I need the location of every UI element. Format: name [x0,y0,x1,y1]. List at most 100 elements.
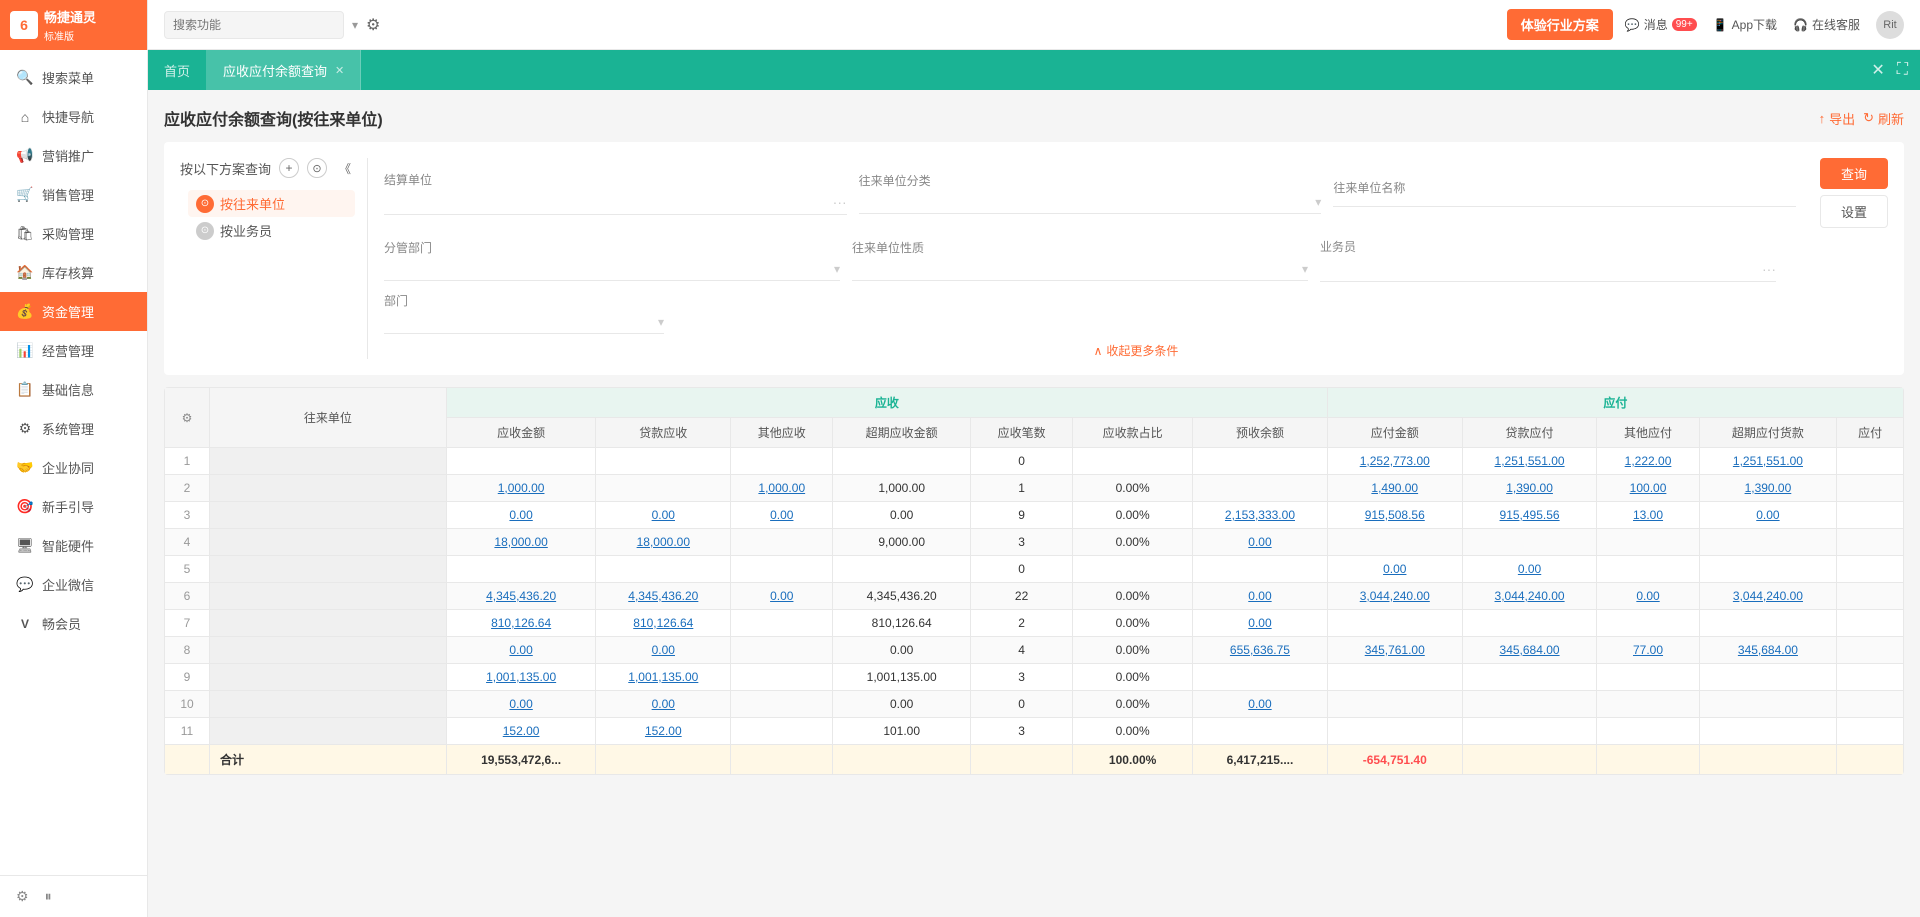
filter-option-by-partner[interactable]: ⊙ 按往来单位 [188,190,355,217]
sidebar-item-basic-info[interactable]: 📋 基础信息 [0,370,147,409]
dept-manager-select[interactable]: ▾ [384,258,840,281]
loan-pay[interactable]: 3,044,240.00 [1462,583,1597,610]
loan-recv[interactable]: 0.00 [596,691,731,718]
other-recv[interactable]: 0.00 [731,502,833,529]
tab-close-icon[interactable]: ✕ [335,64,344,77]
header-breadcrumb: ▾ ⚙ [164,11,1495,39]
filter-collapse-button[interactable]: 《 [335,158,355,178]
prepay[interactable]: 0.00 [1193,691,1328,718]
sidebar-item-marketing[interactable]: 📢 营销推广 [0,136,147,175]
other-pay[interactable]: 0.00 [1597,583,1699,610]
prepay[interactable]: 0.00 [1193,583,1328,610]
overdue-pay[interactable]: 3,044,240.00 [1699,583,1837,610]
sidebar-item-search-menu[interactable]: 🔍 搜索菜单 [0,58,147,97]
recv-amount[interactable]: 0.00 [446,637,596,664]
prepay[interactable]: 0.00 [1193,529,1328,556]
gear-icon[interactable]: ⚙ [366,15,380,35]
dept-select[interactable]: ▾ [384,311,664,334]
row-num: 7 [165,610,210,637]
loan-recv[interactable]: 4,345,436.20 [596,583,731,610]
loan-pay[interactable]: 1,390.00 [1462,475,1597,502]
overdue-pay[interactable]: 1,251,551.00 [1699,448,1837,475]
loan-pay[interactable]: 0.00 [1462,556,1597,583]
recv-amount[interactable]: 4,345,436.20 [446,583,596,610]
refresh-button[interactable]: ↻ 刷新 [1863,109,1904,128]
tab-receivable[interactable]: 应收应付余额查询 ✕ [207,50,361,90]
payable[interactable]: 1,252,773.00 [1327,448,1462,475]
prepay[interactable]: 655,636.75 [1193,637,1328,664]
loan-pay[interactable]: 1,251,551.00 [1462,448,1597,475]
collapse-more-button[interactable]: ∧ 收起更多条件 [384,342,1888,359]
other-recv[interactable]: 1,000.00 [731,475,833,502]
loan-recv[interactable]: 18,000.00 [596,529,731,556]
settlement-unit-input[interactable]: ··· [384,190,847,215]
prepay[interactable]: 0.00 [1193,610,1328,637]
recv-amount[interactable]: 0.00 [446,691,596,718]
online-service-button[interactable]: 🎧 在线客服 [1793,16,1860,33]
sidebar-item-guide[interactable]: 🎯 新手引导 [0,487,147,526]
overdue-pay[interactable]: 345,684.00 [1699,637,1837,664]
search-input[interactable] [164,11,344,39]
tab-close-window-icon[interactable]: ✕ [1871,60,1884,80]
partner-nature-select[interactable]: ▾ [852,258,1308,281]
settings-button[interactable]: 设置 [1820,195,1888,228]
sidebar-item-operations[interactable]: 📊 经营管理 [0,331,147,370]
table-gear-icon[interactable]: ⚙ [175,406,199,430]
query-button[interactable]: 查询 [1820,158,1888,189]
sidebar-item-system[interactable]: ⚙ 系统管理 [0,409,147,448]
loan-pay[interactable]: 345,684.00 [1462,637,1597,664]
payable[interactable]: 345,761.00 [1327,637,1462,664]
sidebar-item-cooperation[interactable]: 🤝 企业协同 [0,448,147,487]
export-button[interactable]: ↑ 导出 [1819,109,1856,128]
recv-amount[interactable]: 810,126.64 [446,610,596,637]
recv-amount[interactable]: 0.00 [446,502,596,529]
collapse-icon[interactable]: ⏸ [45,888,52,905]
sidebar-item-sales[interactable]: 🛒 销售管理 [0,175,147,214]
loan-recv[interactable]: 1,001,135.00 [596,664,731,691]
payable[interactable]: 915,508.56 [1327,502,1462,529]
trial-button[interactable]: 体验行业方案 [1507,9,1613,40]
recv-amount[interactable]: 1,001,135.00 [446,664,596,691]
recv-amount[interactable]: 1,000.00 [446,475,596,502]
settings-icon[interactable]: ⚙ [16,888,29,905]
filter-settings-button[interactable]: ⊙ [307,158,327,178]
loan-pay[interactable]: 915,495.56 [1462,502,1597,529]
overdue-pay[interactable]: 1,390.00 [1699,475,1837,502]
sidebar-item-inventory[interactable]: 🏠 库存核算 [0,253,147,292]
app-download-button[interactable]: 📱 App下载 [1713,16,1777,33]
loan-recv[interactable]: 0.00 [596,637,731,664]
sidebar-item-wechat[interactable]: 💬 企业微信 [0,565,147,604]
overdue-pay[interactable]: 0.00 [1699,502,1837,529]
other-pay[interactable]: 77.00 [1597,637,1699,664]
payable[interactable]: 1,490.00 [1327,475,1462,502]
payable[interactable]: 3,044,240.00 [1327,583,1462,610]
chevron-down-icon[interactable]: ▾ [352,18,358,32]
other-pay[interactable]: 100.00 [1597,475,1699,502]
sidebar-item-hardware[interactable]: 🖥 智能硬件 [0,526,147,565]
other-pay[interactable]: 1,222.00 [1597,448,1699,475]
prepay[interactable]: 2,153,333.00 [1193,502,1328,529]
tab-maximize-icon[interactable]: ⛶ [1897,61,1908,79]
filter-add-button[interactable]: + [279,158,299,178]
sidebar-item-finance[interactable]: 💰 资金管理 [0,292,147,331]
recv-amount[interactable]: 152.00 [446,718,596,745]
sidebar-item-purchase[interactable]: 🛍 采购管理 [0,214,147,253]
avatar[interactable]: Rit [1876,11,1904,39]
sidebar-item-member[interactable]: V 畅会员 [0,604,147,643]
filter-option-by-staff[interactable]: ⊙ 按业务员 [188,217,355,244]
partner-name-input[interactable] [1333,198,1796,207]
payable[interactable]: 0.00 [1327,556,1462,583]
recv-amount[interactable]: 18,000.00 [446,529,596,556]
loan-recv[interactable]: 810,126.64 [596,610,731,637]
partner-category-select[interactable]: ▾ [859,191,1322,214]
loan-recv[interactable]: 0.00 [596,502,731,529]
other-pay[interactable]: 13.00 [1597,502,1699,529]
loan-recv[interactable]: 152.00 [596,718,731,745]
app-download-icon: 📱 [1713,18,1728,32]
other-recv[interactable]: 0.00 [731,583,833,610]
salesperson-input[interactable]: ··· [1320,257,1776,282]
inventory-icon: 🏠 [16,264,34,281]
sidebar-item-quick-nav[interactable]: ⌂ 快捷导航 [0,97,147,136]
message-button[interactable]: 💬 消息 99+ [1625,16,1697,33]
tab-home[interactable]: 首页 [148,50,207,90]
